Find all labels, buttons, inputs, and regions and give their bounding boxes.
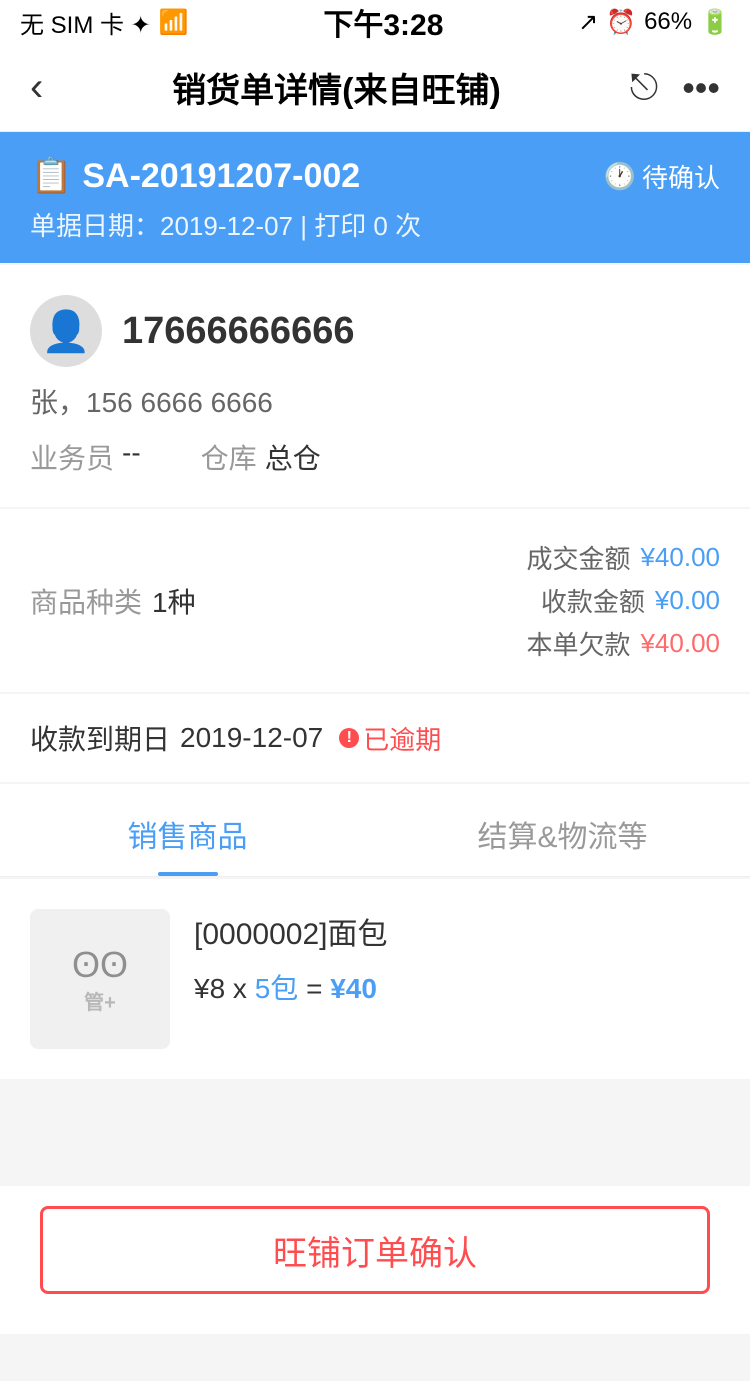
order-header-card: 📋 SA-20191207-002 🕐 待确认 单据日期：2019-12-07 …: [0, 132, 750, 263]
product-qty: 5包: [255, 973, 299, 1004]
product-type-label: 商品种类: [30, 581, 142, 621]
due-date-value: 2019-12-07: [180, 722, 323, 754]
transaction-item: 成交金额 ¥40.00: [526, 539, 720, 576]
summary-row: 商品种类 1种 成交金额 ¥40.00 收款金额 ¥0.00 本单欠款 ¥40.…: [30, 539, 720, 662]
order-date: 单据日期：2019-12-07 | 打印 0 次: [30, 206, 720, 243]
location-icon: ↗: [578, 8, 598, 37]
alarm-icon: ⏰: [606, 8, 636, 37]
status-time: 下午3:28: [323, 0, 443, 44]
customer-top: 👤 17666666666: [30, 295, 720, 367]
battery-text: 66%: [644, 8, 692, 36]
due-date-label: 收款到期日: [30, 718, 170, 758]
tab-settlement-logistics[interactable]: 结算&物流等: [375, 784, 750, 876]
confirm-order-button[interactable]: 旺铺订单确认: [40, 1206, 710, 1294]
overdue-dot-icon: !: [339, 728, 359, 748]
price-text: ¥8 x: [194, 973, 247, 1004]
tab-sales-products[interactable]: 销售商品: [0, 784, 375, 876]
order-status: 🕐 待确认: [604, 158, 720, 195]
nav-bar: ‹ 销货单详情(来自旺铺) ⎋ •••: [0, 44, 750, 132]
product-total: ¥40: [330, 973, 377, 1004]
product-info: [0000002]面包 ¥8 x 5包 = ¥40: [194, 909, 720, 1049]
order-icon: 📋: [30, 156, 72, 196]
order-header-top: 📋 SA-20191207-002 🕐 待确认: [30, 156, 720, 196]
status-right: ↗ ⏰ 66% 🔋: [578, 8, 730, 37]
product-card: ʘʘ 管+ [0000002]面包 ¥8 x 5包 = ¥40: [0, 879, 750, 1079]
wifi-icon: 📶: [159, 8, 189, 37]
no-sim-text: 无 SIM 卡 ✦: [20, 5, 151, 40]
salesperson-item: 业务员 --: [30, 437, 141, 477]
product-logo-icon: ʘʘ: [72, 944, 128, 986]
summary-card: 商品种类 1种 成交金额 ¥40.00 收款金额 ¥0.00 本单欠款 ¥40.…: [0, 509, 750, 692]
salesperson-value: --: [122, 437, 141, 477]
summary-left: 商品种类 1种: [30, 581, 196, 621]
status-left: 无 SIM 卡 ✦ 📶: [20, 5, 189, 40]
warehouse-item: 仓库 总仓: [201, 437, 321, 477]
collected-label: 收款金额: [541, 582, 645, 619]
battery-icon: 🔋: [700, 8, 730, 37]
overdue-text: 已逾期: [363, 720, 441, 757]
order-status-text: 待确认: [642, 158, 720, 195]
collected-item: 收款金额 ¥0.00: [541, 582, 720, 619]
clock-icon: 🕐: [604, 161, 636, 192]
more-icon[interactable]: •••: [682, 67, 720, 109]
owed-item: 本单欠款 ¥40.00: [526, 625, 720, 662]
page-title: 销货单详情(来自旺铺): [172, 63, 501, 112]
product-name: [0000002]面包: [194, 909, 720, 953]
customer-card: 👤 17666666666 张，156 6666 6666 业务员 -- 仓库 …: [0, 265, 750, 507]
customer-phone: 17666666666: [122, 310, 354, 353]
owed-label: 本单欠款: [526, 625, 630, 662]
customer-contact: 张，156 6666 6666: [30, 381, 720, 421]
avatar-icon: 👤: [41, 308, 91, 355]
product-brand-text: 管+: [84, 986, 116, 1015]
warehouse-label: 仓库: [201, 437, 257, 477]
customer-meta: 业务员 -- 仓库 总仓: [30, 437, 720, 477]
warehouse-value: 总仓: [265, 437, 321, 477]
tabs-container: 销售商品 结算&物流等: [0, 784, 750, 877]
avatar: 👤: [30, 295, 102, 367]
product-thumbnail: ʘʘ 管+: [50, 939, 150, 1019]
product-image: ʘʘ 管+: [30, 909, 170, 1049]
share-icon[interactable]: ⎋: [630, 66, 658, 109]
transaction-amount: ¥40.00: [640, 542, 720, 573]
bottom-bar: 旺铺订单确认: [0, 1186, 750, 1334]
summary-right: 成交金额 ¥40.00 收款金额 ¥0.00 本单欠款 ¥40.00: [526, 539, 720, 662]
order-id-text: SA-20191207-002: [82, 157, 360, 196]
nav-right-actions: ⎋ •••: [630, 66, 720, 109]
overdue-badge: ! 已逾期: [339, 720, 441, 757]
tab-sales-products-label: 销售商品: [128, 821, 248, 854]
order-id: 📋 SA-20191207-002: [30, 156, 360, 196]
collected-amount: ¥0.00: [655, 585, 720, 616]
back-button[interactable]: ‹: [30, 65, 43, 110]
status-bar: 无 SIM 卡 ✦ 📶 下午3:28 ↗ ⏰ 66% 🔋: [0, 0, 750, 44]
product-price: ¥8 x 5包 = ¥40: [194, 967, 720, 1007]
owed-amount: ¥40.00: [640, 628, 720, 659]
tab-settlement-logistics-label: 结算&物流等: [477, 821, 647, 854]
transaction-label: 成交金额: [526, 539, 630, 576]
equals-text: =: [306, 973, 322, 1004]
product-type-value: 1种: [152, 581, 196, 621]
salesperson-label: 业务员: [30, 437, 114, 477]
due-date-card: 收款到期日 2019-12-07 ! 已逾期: [0, 694, 750, 782]
